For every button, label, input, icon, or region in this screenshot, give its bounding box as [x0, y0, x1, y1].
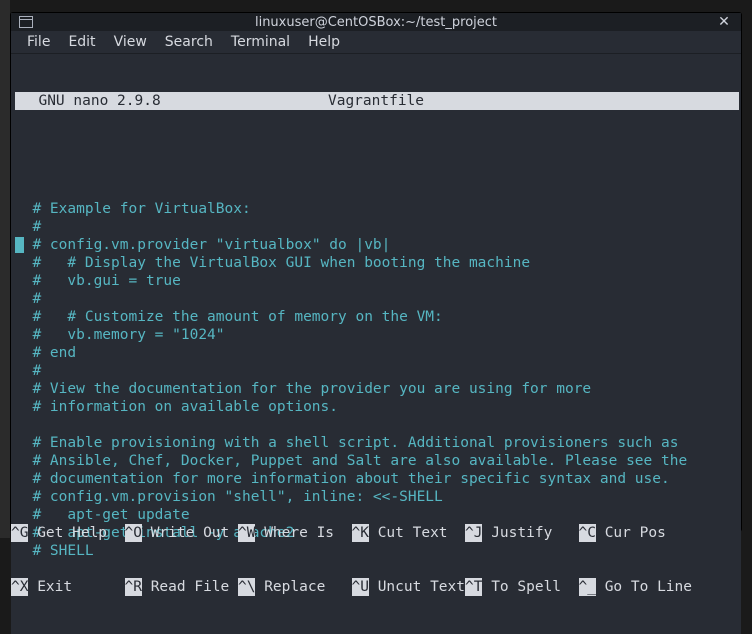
shortcut-K: ^K Cut Text: [352, 524, 466, 542]
shortcut-U: ^U Uncut Text: [352, 578, 466, 596]
editor-line: [15, 416, 739, 434]
shortcut-J: ^J Justify: [465, 524, 579, 542]
shortcut-key: ^G: [11, 524, 28, 542]
shortcut-G: ^G Get Help: [11, 524, 125, 542]
editor-line: # Example for VirtualBox:: [15, 200, 739, 218]
shortcut-key: ^_: [579, 578, 596, 596]
shortcut-label: Where Is: [255, 524, 351, 542]
editor-blank-line: [15, 146, 739, 164]
editor-line: # vb.memory = "1024": [15, 326, 739, 344]
editor-line: #: [15, 362, 739, 380]
shortcut-X: ^X Exit: [11, 578, 125, 596]
shortcut-W: ^W Where Is: [238, 524, 352, 542]
shortcut-label: Uncut Text: [369, 578, 465, 596]
shortcut-label: Cut Text: [369, 524, 465, 542]
shortcut-R: ^R Read File: [125, 578, 239, 596]
editor-line: # documentation for more information abo…: [15, 470, 739, 488]
editor-line: # # Customize the amount of memory on th…: [15, 308, 739, 326]
close-icon: ✕: [718, 14, 730, 30]
editor-line: # information on available options.: [15, 398, 739, 416]
editor-line: # # Display the VirtualBox GUI when boot…: [15, 254, 739, 272]
shortcut-key: ^X: [11, 578, 28, 596]
shortcut-row-1: ^G Get Help ^O Write Out ^W Where Is ^K …: [11, 524, 741, 542]
shortcut-label: Replace: [255, 578, 351, 596]
editor-line: # Enable provisioning with a shell scrip…: [15, 434, 739, 452]
menu-edit[interactable]: Edit: [60, 31, 103, 53]
editor-line: # View the documentation for the provide…: [15, 380, 739, 398]
shortcut-label: Get Help: [28, 524, 124, 542]
menu-help[interactable]: Help: [300, 31, 348, 53]
shortcut-key: ^C: [579, 524, 596, 542]
shortcut-label: Write Out: [142, 524, 238, 542]
shortcut-label: To Spell: [482, 578, 578, 596]
menu-view[interactable]: View: [106, 31, 155, 53]
shortcut-key: ^\: [238, 578, 255, 596]
shortcut-label: Go To Line: [596, 578, 692, 596]
shortcut-key: ^J: [465, 524, 482, 542]
nano-shortcut-bar: ^G Get Help ^O Write Out ^W Where Is ^K …: [11, 488, 741, 632]
terminal-window: linuxuser@CentOSBox:~/test_project ✕ Fil…: [10, 12, 742, 532]
shortcut-C: ^C Cur Pos: [579, 524, 693, 542]
editor-line: # vb.gui = true: [15, 272, 739, 290]
background-desktop-strip: [0, 0, 10, 538]
menubar: File Edit View Search Terminal Help: [11, 31, 741, 54]
shortcut-O: ^O Write Out: [125, 524, 239, 542]
shortcut-key: ^U: [352, 578, 369, 596]
shortcut-: ^_ Go To Line: [579, 578, 693, 596]
shortcut-label: Exit: [28, 578, 124, 596]
editor-line: #: [15, 218, 739, 236]
nano-version: GNU nano 2.9.8: [15, 92, 161, 110]
terminal-icon: [19, 16, 33, 28]
shortcut-label: Read File: [142, 578, 238, 596]
editor-line: #: [15, 290, 739, 308]
shortcut-key: ^R: [125, 578, 142, 596]
shortcut-T: ^T To Spell: [465, 578, 579, 596]
menu-terminal[interactable]: Terminal: [223, 31, 298, 53]
shortcut-key: ^K: [352, 524, 369, 542]
shortcut-row-2: ^X Exit ^R Read File ^\ Replace ^U Uncut…: [11, 578, 741, 596]
menu-search[interactable]: Search: [157, 31, 221, 53]
cursor: [15, 237, 24, 253]
shortcut-key: ^O: [125, 524, 142, 542]
editor-line: # Ansible, Chef, Docker, Puppet and Salt…: [15, 452, 739, 470]
terminal-viewport[interactable]: GNU nano 2.9.8 Vagrantfile # Example for…: [11, 54, 741, 634]
shortcut-key: ^W: [238, 524, 255, 542]
window-titlebar[interactable]: linuxuser@CentOSBox:~/test_project ✕: [11, 13, 741, 31]
shortcut-label: Justify: [482, 524, 578, 542]
window-title: linuxuser@CentOSBox:~/test_project: [11, 15, 741, 30]
nano-status-bar: GNU nano 2.9.8 Vagrantfile: [15, 92, 739, 110]
shortcut-key: ^T: [465, 578, 482, 596]
shortcut-: ^\ Replace: [238, 578, 352, 596]
menu-file[interactable]: File: [19, 31, 58, 53]
close-button[interactable]: ✕: [715, 13, 733, 31]
shortcut-label: Cur Pos: [596, 524, 692, 542]
editor-line: # end: [15, 344, 739, 362]
editor-line: # config.vm.provider "virtualbox" do |vb…: [15, 236, 739, 254]
